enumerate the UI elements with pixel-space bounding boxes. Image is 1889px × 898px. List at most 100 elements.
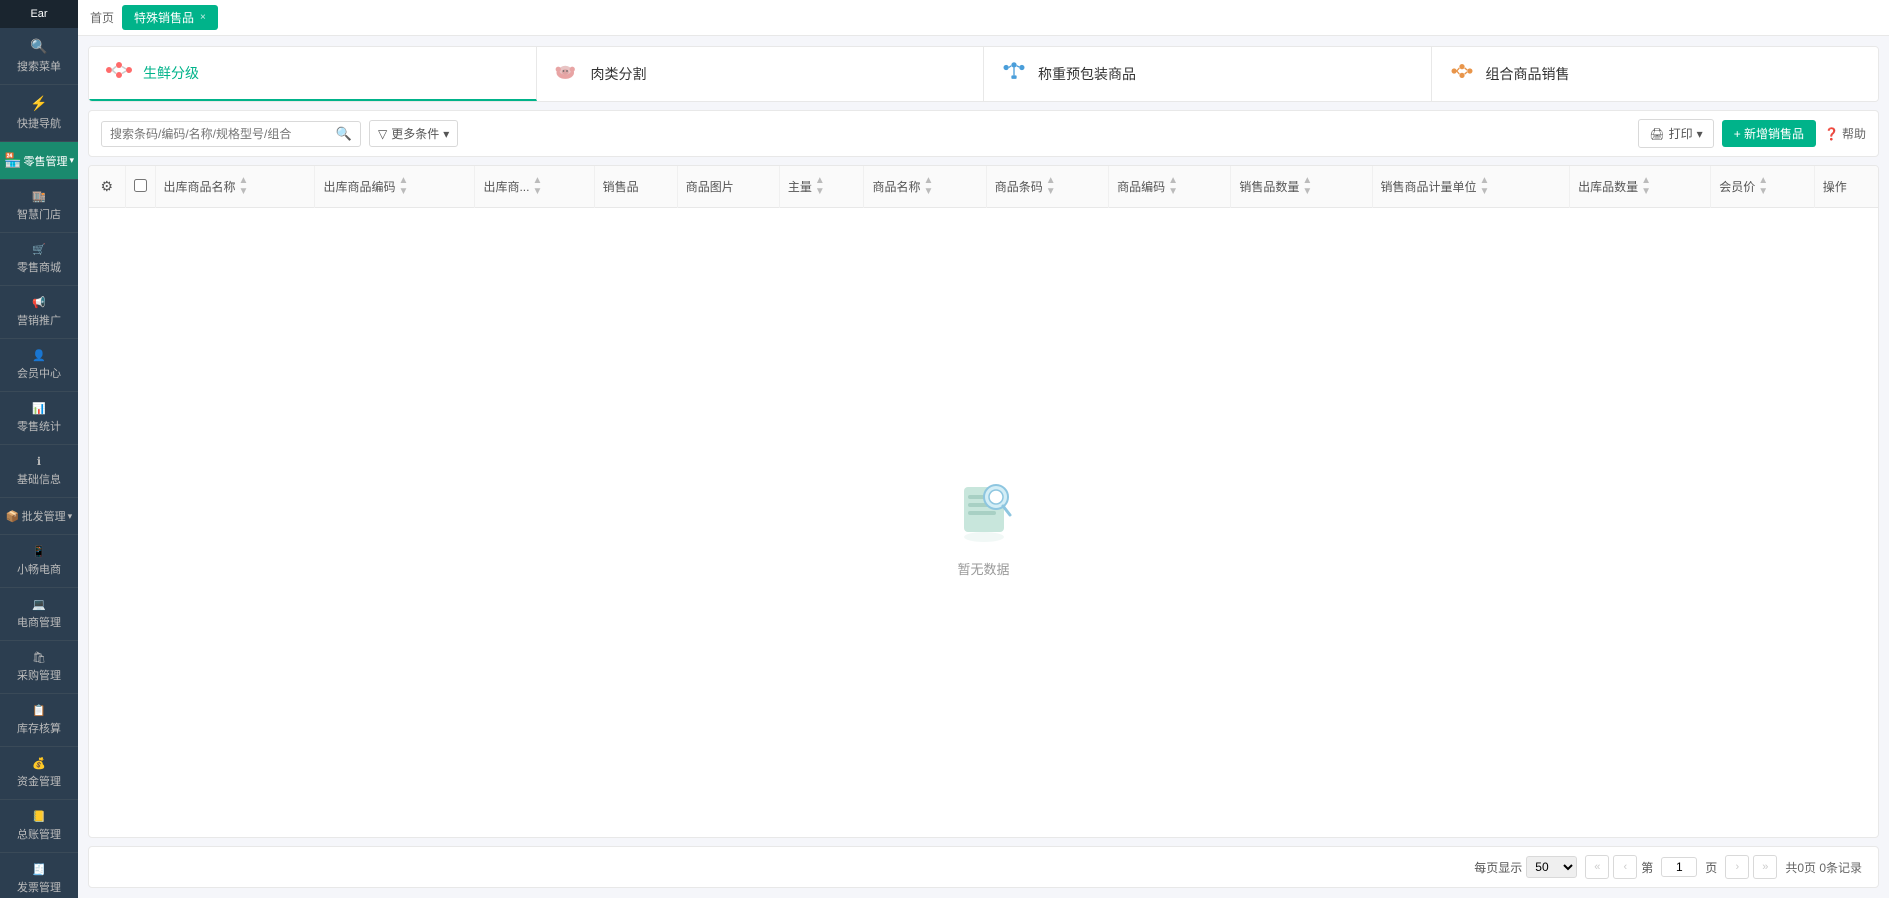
th-product-name-label: 商品名称 xyxy=(872,178,920,195)
table-settings-col[interactable]: ⚙ xyxy=(89,166,125,208)
next-page-button[interactable]: › xyxy=(1725,855,1749,879)
new-label: + 新增销售品 xyxy=(1734,125,1804,142)
sidebar-item-basic-info[interactable]: ℹ 基础信息 xyxy=(0,445,78,498)
sidebar-item-ecommerce[interactable]: 💻 电商管理 xyxy=(0,588,78,641)
sidebar-item-label: 库存核算 xyxy=(17,720,61,736)
print-button[interactable]: 🖨 打印 ▾ xyxy=(1638,119,1713,148)
search-input[interactable] xyxy=(110,127,332,141)
last-page-button[interactable]: » xyxy=(1753,855,1777,879)
data-table: ⚙ 出库商品名称 ▲▼ 出库 xyxy=(89,166,1878,208)
th-sale-unit[interactable]: 销售商品计量单位 ▲▼ xyxy=(1372,166,1570,208)
sidebar-item-label: 零售管理 xyxy=(23,153,67,169)
tab-meat-label: 肉类分割 xyxy=(591,64,647,84)
th-outlet-qty[interactable]: 出库品数量 ▲▼ xyxy=(1570,166,1711,208)
th-outlet-qty-label: 出库品数量 xyxy=(1578,178,1638,195)
sidebar-item-label: 零售统计 xyxy=(17,418,61,434)
tab-card-meat[interactable]: 肉类分割 xyxy=(537,47,985,101)
sidebar-item-label: 搜索菜单 xyxy=(17,58,61,74)
sort-icon3: ▲▼ xyxy=(532,176,542,197)
ecommerce-icon: 💻 xyxy=(32,598,46,611)
tab-label: 特殊销售品 xyxy=(134,9,194,26)
th-member-price[interactable]: 会员价 ▲▼ xyxy=(1711,166,1814,208)
sidebar-item-label: 小畅电商 xyxy=(17,561,61,577)
new-sale-item-button[interactable]: + 新增销售品 xyxy=(1722,120,1816,147)
scale-weight-icon xyxy=(1000,60,1028,88)
th-image-label: 商品图片 xyxy=(686,180,734,194)
th-image: 商品图片 xyxy=(677,166,779,208)
sidebar-item-search[interactable]: 🔍 搜索菜单 xyxy=(0,28,78,85)
sidebar-item-label: 资金管理 xyxy=(17,773,61,789)
fresh-grade-icon xyxy=(105,59,133,87)
sort-icon11: ▲▼ xyxy=(1758,176,1768,197)
page-number-input[interactable] xyxy=(1661,857,1697,877)
mini-app-icon: 📱 xyxy=(32,545,46,558)
sidebar-item-label: 快捷导航 xyxy=(17,115,61,131)
th-barcode[interactable]: 商品条码 ▲▼ xyxy=(986,166,1108,208)
th-outlet-name[interactable]: 出库商品名称 ▲▼ xyxy=(155,166,315,208)
filter-label: 更多条件 xyxy=(391,125,439,142)
th-outlet-spec[interactable]: 出库商... ▲▼ xyxy=(475,166,594,208)
tab-card-fresh[interactable]: 生鲜分级 xyxy=(89,47,537,101)
th-outlet-code[interactable]: 出库商品编码 ▲▼ xyxy=(315,166,475,208)
pagination-bar: 每页显示 10 20 50 100 « ‹ 第 页 › » 共0页 0条记录 xyxy=(88,846,1879,888)
sidebar-item-mini-app[interactable]: 📱 小畅电商 xyxy=(0,535,78,588)
sidebar-item-wholesale-mgmt[interactable]: 📦 批发管理 ▾ xyxy=(0,498,78,535)
sidebar-item-label: 智慧门店 xyxy=(17,206,61,222)
page-size-dropdown[interactable]: 10 20 50 100 xyxy=(1526,856,1577,878)
first-page-button[interactable]: « xyxy=(1585,855,1609,879)
sidebar-item-purchase[interactable]: 🛍 采购管理 xyxy=(0,641,78,694)
th-product-name[interactable]: 商品名称 ▲▼ xyxy=(864,166,986,208)
prev-page-button[interactable]: ‹ xyxy=(1613,855,1637,879)
tab-card-combo[interactable]: 组合商品销售 xyxy=(1432,47,1879,101)
invoice-icon: 🧾 xyxy=(32,863,46,876)
table-header-row: ⚙ 出库商品名称 ▲▼ 出库 xyxy=(89,166,1878,208)
th-sale-item[interactable]: 销售品 xyxy=(594,166,677,208)
filter-arrow-icon: ▾ xyxy=(443,127,449,141)
table-checkbox-col xyxy=(125,166,155,208)
sort-icon10: ▲▼ xyxy=(1641,176,1651,197)
sidebar-item-marketing[interactable]: 📢 营销推广 xyxy=(0,286,78,339)
toolbar-right: 🖨 打印 ▾ + 新增销售品 ❓ 帮助 xyxy=(1638,119,1866,148)
finance-icon: 💰 xyxy=(32,757,46,770)
th-product-code[interactable]: 商品编码 ▲▼ xyxy=(1109,166,1231,208)
retail-stat-icon: 📊 xyxy=(32,402,46,415)
wholesale-mgmt-icon: 📦 xyxy=(6,510,20,523)
th-sale-qty[interactable]: 销售品数量 ▲▼ xyxy=(1231,166,1372,208)
help-button[interactable]: ❓ 帮助 xyxy=(1824,125,1866,142)
tab-close-icon[interactable]: × xyxy=(200,12,206,23)
sidebar-item-retail-mgmt[interactable]: 🏪 零售管理 ▾ xyxy=(0,142,78,180)
search-input-wrap[interactable]: 🔍 xyxy=(101,121,361,147)
sidebar-item-label: 零售商城 xyxy=(17,259,61,275)
empty-text: 暂无数据 xyxy=(957,559,1009,578)
sidebar-item-inventory[interactable]: 📋 库存核算 xyxy=(0,694,78,747)
th-sale-qty-label: 销售品数量 xyxy=(1239,178,1299,195)
logo-text: Ear xyxy=(30,8,47,20)
sidebar-item-quick-nav[interactable]: ⚡ 快捷导航 xyxy=(0,85,78,142)
th-action: 操作 xyxy=(1814,166,1878,208)
print-icon: 🖨 xyxy=(1649,127,1664,141)
th-main-unit[interactable]: 主量 ▲▼ xyxy=(779,166,864,208)
sidebar-item-label: 会员中心 xyxy=(17,365,61,381)
search-menu-icon: 🔍 xyxy=(30,38,47,55)
print-label: 打印 xyxy=(1669,125,1693,142)
home-link[interactable]: 首页 xyxy=(90,9,114,26)
select-all-checkbox[interactable] xyxy=(134,179,147,192)
smart-store-icon: 🏬 xyxy=(32,190,46,203)
sidebar-item-member-center[interactable]: 👤 会员中心 xyxy=(0,339,78,392)
sidebar-item-retail-stat[interactable]: 📊 零售统计 xyxy=(0,392,78,445)
sidebar-item-finance[interactable]: 💰 资金管理 xyxy=(0,747,78,800)
sort-icon2: ▲▼ xyxy=(398,176,408,197)
th-main-unit-label: 主量 xyxy=(788,178,812,195)
sidebar-item-smart-store[interactable]: 🏬 智慧门店 xyxy=(0,180,78,233)
sidebar-item-general-ledger[interactable]: 📒 总账管理 xyxy=(0,800,78,853)
sidebar-item-retail-mall[interactable]: 🛒 零售商城 xyxy=(0,233,78,286)
filter-button[interactable]: ▽ 更多条件 ▾ xyxy=(369,120,458,147)
empty-icon xyxy=(944,467,1024,547)
active-tab[interactable]: 特殊销售品 × xyxy=(122,5,218,30)
th-member-price-label: 会员价 xyxy=(1719,178,1755,195)
member-center-icon: 👤 xyxy=(32,349,46,362)
content-area: 生鲜分级 肉类分割 xyxy=(78,36,1889,898)
tab-card-scale[interactable]: 称重预包装商品 xyxy=(984,47,1432,101)
sidebar-item-label: 营销推广 xyxy=(17,312,61,328)
sidebar-item-invoice[interactable]: 🧾 发票管理 xyxy=(0,853,78,898)
